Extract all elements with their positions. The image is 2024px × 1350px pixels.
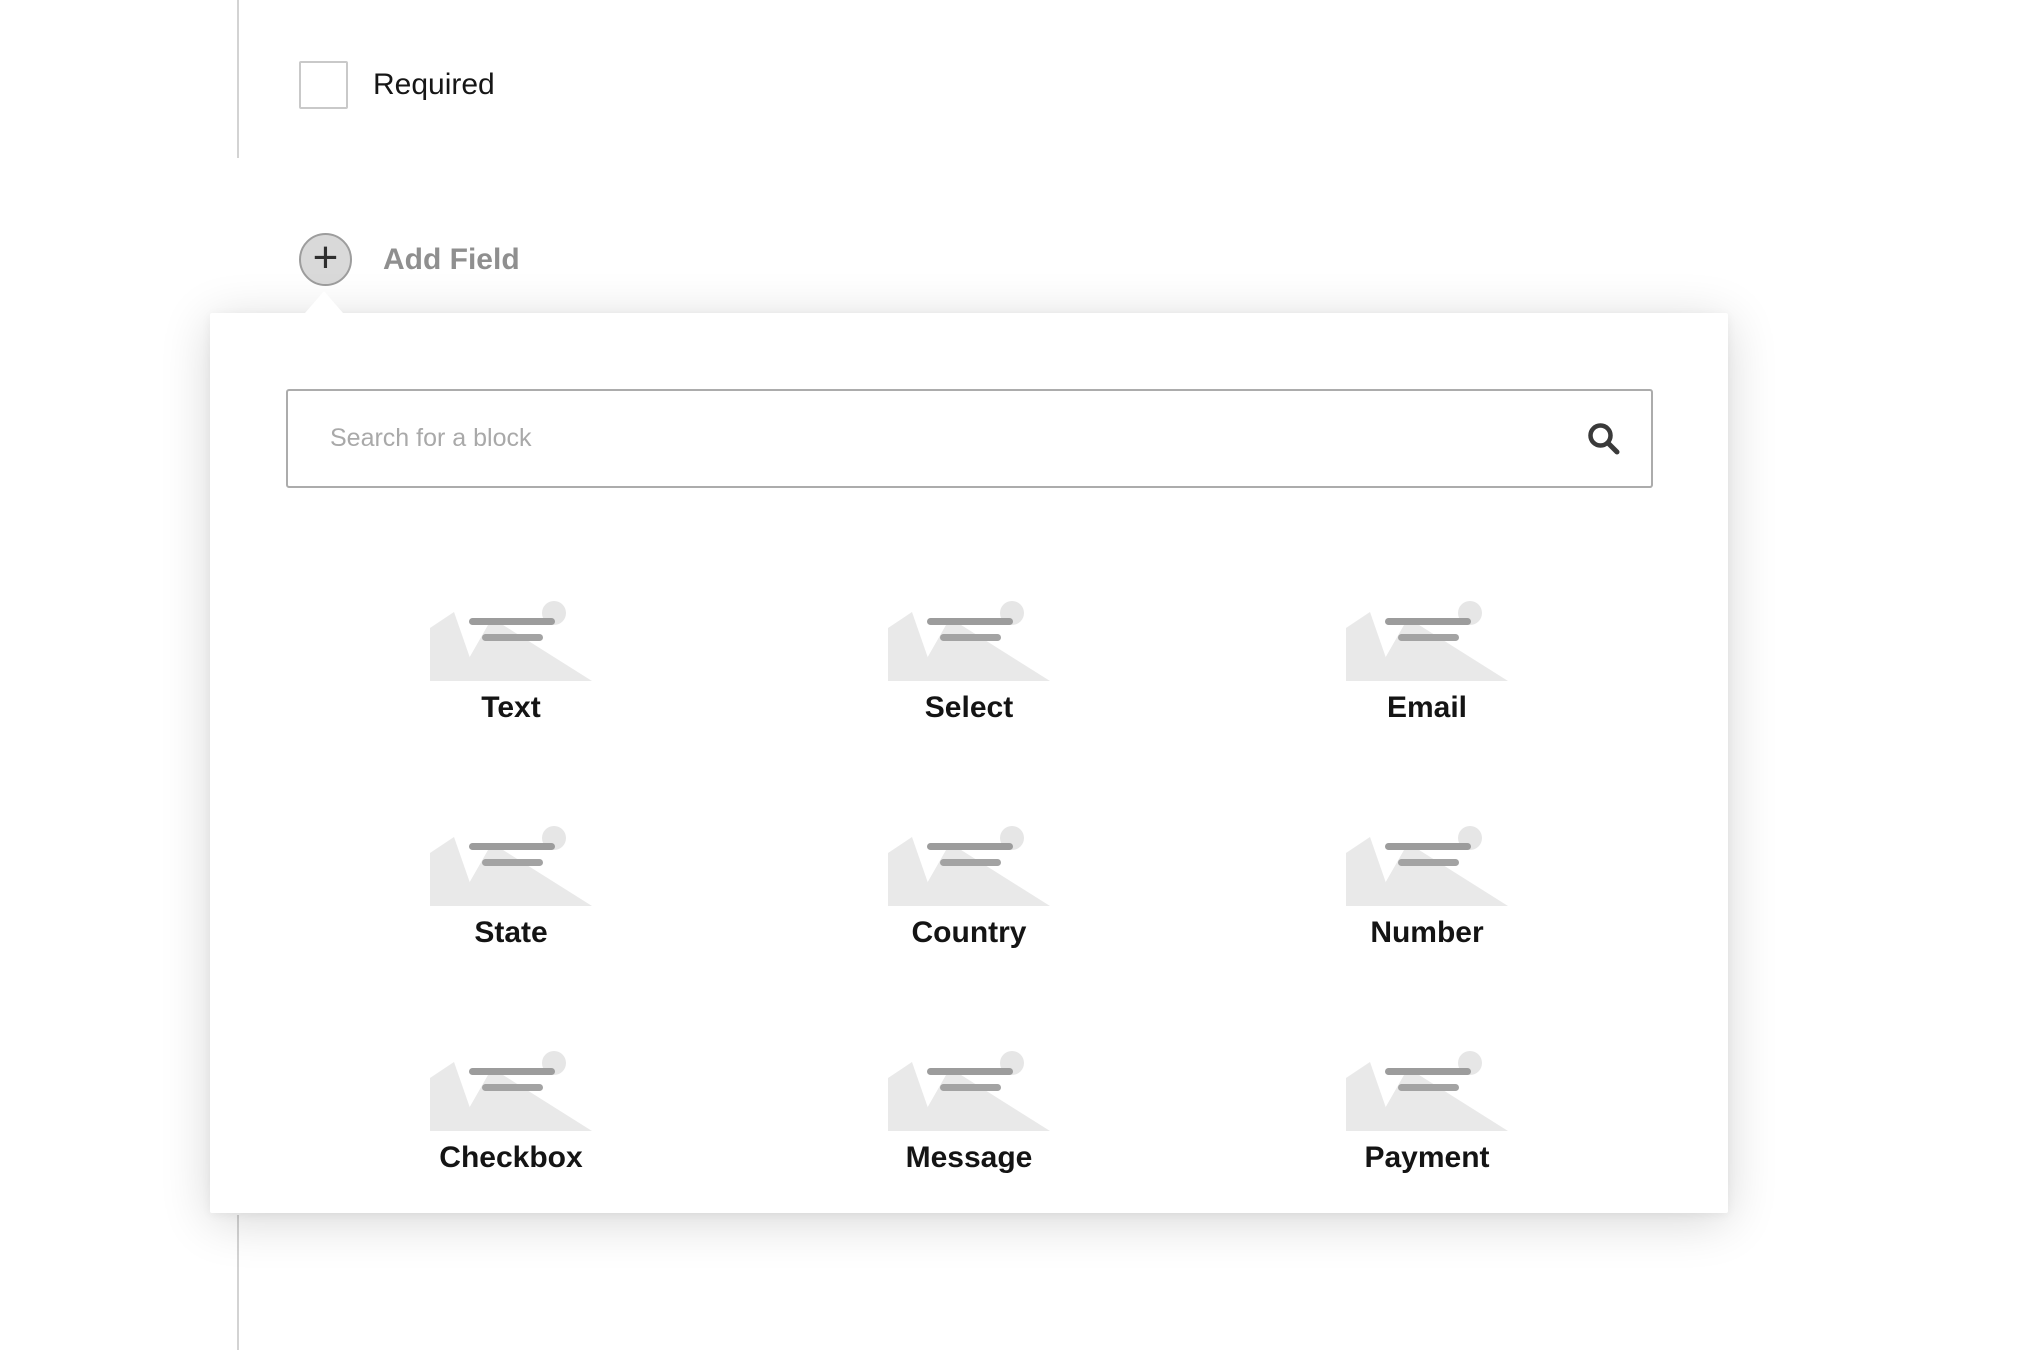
block-item-label: Text <box>481 691 541 724</box>
image-placeholder-icon <box>1346 601 1508 681</box>
image-placeholder-icon <box>888 601 1050 681</box>
add-field-button[interactable]: + Add Field <box>299 233 520 286</box>
block-picker-popup: Text Select Email State Country Number <box>210 313 1728 1213</box>
image-placeholder-icon <box>888 1051 1050 1131</box>
block-item-label: Payment <box>1364 1141 1490 1174</box>
required-option-row: Required <box>299 61 495 109</box>
image-placeholder-icon <box>1346 1051 1508 1131</box>
image-placeholder-icon <box>430 601 592 681</box>
block-item-label: Number <box>1370 916 1484 949</box>
block-grid: Text Select Email State Country Number C… <box>210 601 1728 1173</box>
block-item-label: State <box>474 916 548 949</box>
search-field <box>286 389 1653 488</box>
block-item-number[interactable]: Number <box>1198 826 1656 948</box>
image-placeholder-icon <box>430 1051 592 1131</box>
block-item-checkbox[interactable]: Checkbox <box>282 1051 740 1173</box>
add-field-label: Add Field <box>383 242 520 276</box>
image-placeholder-icon <box>888 826 1050 906</box>
block-item-select[interactable]: Select <box>740 601 1198 723</box>
block-item-state[interactable]: State <box>282 826 740 948</box>
block-item-label: Email <box>1386 691 1468 724</box>
block-item-label: Checkbox <box>439 1141 583 1174</box>
block-item-label: Country <box>911 916 1027 949</box>
plus-icon[interactable]: + <box>299 233 352 286</box>
required-checkbox[interactable] <box>299 61 348 109</box>
block-item-payment[interactable]: Payment <box>1198 1051 1656 1173</box>
block-item-label: Select <box>924 691 1014 724</box>
field-outline-divider <box>237 0 239 158</box>
form-builder-canvas: Required + Add Field Text Select <box>0 0 2024 1350</box>
block-item-email[interactable]: Email <box>1198 601 1656 723</box>
popup-pointer-arrow <box>305 291 343 313</box>
block-item-message[interactable]: Message <box>740 1051 1198 1173</box>
block-item-country[interactable]: Country <box>740 826 1198 948</box>
required-label: Required <box>373 68 495 101</box>
block-item-label: Message <box>905 1141 1033 1174</box>
search-input[interactable] <box>286 389 1653 488</box>
image-placeholder-icon <box>430 826 592 906</box>
field-outline-divider <box>237 1215 239 1350</box>
image-placeholder-icon <box>1346 826 1508 906</box>
block-item-text[interactable]: Text <box>282 601 740 723</box>
